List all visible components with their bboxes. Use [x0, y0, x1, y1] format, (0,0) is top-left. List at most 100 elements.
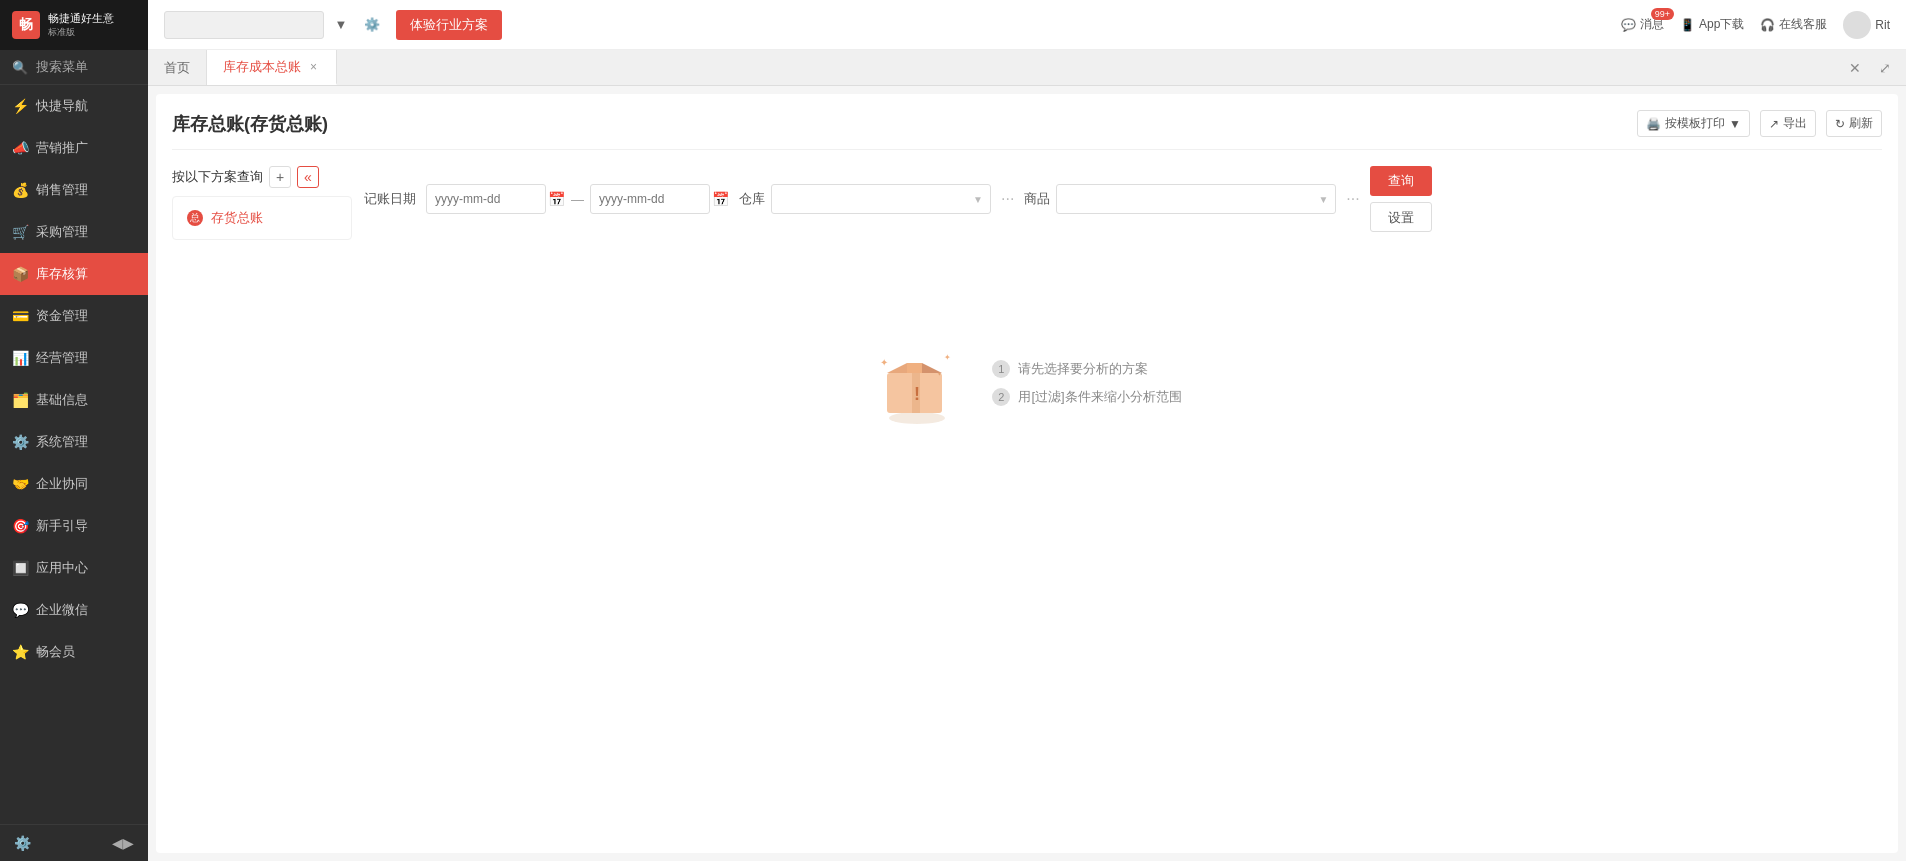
calendar-end-icon[interactable]: 📅: [712, 191, 729, 207]
topbar-settings-btn[interactable]: ⚙️: [358, 11, 386, 39]
messages-btn[interactable]: 💬 消息 99+: [1621, 16, 1664, 33]
warehouse-select-wrap: ▼: [771, 184, 991, 214]
message-icon: 💬: [1621, 18, 1636, 32]
basic-icon: 🗂️: [12, 392, 28, 408]
goods-select[interactable]: [1056, 184, 1336, 214]
topbar: ▼ ⚙️ 体验行业方案 💬 消息 99+ 📱 App下载 🎧 在线客服 Rit: [148, 0, 1906, 50]
empty-tip-1: 1 请先选择要分析的方案: [992, 360, 1181, 378]
filter-section: 按以下方案查询 + « 总 存货总账 记账日期: [172, 166, 1882, 242]
page-header: 库存总账(存货总账) 🖨️ 按模板打印 ▼ ↗ 导出 ↻ 刷新: [172, 110, 1882, 150]
date-separator: —: [571, 192, 584, 207]
sidebar-item-operation[interactable]: 📊 经营管理: [0, 337, 148, 379]
sidebar-search[interactable]: 🔍 搜索菜单: [0, 50, 148, 85]
svg-text:!: !: [914, 384, 920, 404]
page-inner: 库存总账(存货总账) 🖨️ 按模板打印 ▼ ↗ 导出 ↻ 刷新: [156, 94, 1898, 853]
sidebar-item-marketing[interactable]: 📣 营销推广: [0, 127, 148, 169]
add-scheme-btn[interactable]: +: [269, 166, 291, 188]
empty-state: ! ✦ ✦ ✦ 1 请先选择要分析的方案 2 用[过滤]条件来缩小: [172, 258, 1882, 508]
user-profile[interactable]: Rit: [1843, 11, 1890, 39]
filter-header-label: 按以下方案查询: [172, 168, 263, 186]
sidebar-item-purchase[interactable]: 🛒 采购管理: [0, 211, 148, 253]
export-button[interactable]: ↗ 导出: [1760, 110, 1816, 137]
sidebar-item-guide[interactable]: 🎯 新手引导: [0, 505, 148, 547]
collapse-scheme-btn[interactable]: «: [297, 166, 319, 188]
topbar-left: ▼ ⚙️: [164, 11, 386, 39]
sidebar-item-system[interactable]: ⚙️ 系统管理: [0, 421, 148, 463]
collapse-icon[interactable]: ◀▶: [112, 835, 134, 851]
date-start-input[interactable]: [426, 184, 546, 214]
page-content: 库存总账(存货总账) 🖨️ 按模板打印 ▼ ↗ 导出 ↻ 刷新: [148, 86, 1906, 861]
scheme-item-inventory[interactable]: 总 存货总账: [173, 201, 351, 235]
logo-text: 畅捷通好生意 标准版: [48, 11, 114, 39]
quick-nav-icon: ⚡: [12, 98, 28, 114]
scheme-list: 总 存货总账: [172, 196, 352, 240]
search-panel: 记账日期 📅 — 📅 仓库: [364, 166, 1882, 242]
sidebar-item-membership[interactable]: ⭐ 畅会员: [0, 631, 148, 673]
warehouse-label: 仓库: [739, 190, 765, 208]
print-button[interactable]: 🖨️ 按模板打印 ▼: [1637, 110, 1750, 137]
svg-text:✦: ✦: [937, 371, 942, 377]
date-end-input[interactable]: [590, 184, 710, 214]
search-icon: 🔍: [12, 60, 28, 75]
online-support-btn[interactable]: 🎧 在线客服: [1760, 16, 1827, 33]
goods-group: 商品 ▼ ···: [1024, 184, 1359, 214]
marketing-icon: 📣: [12, 140, 28, 156]
empty-illustration: ! ✦ ✦ ✦ 1 请先选择要分析的方案 2 用[过滤]条件来缩小: [872, 338, 1181, 428]
cooperation-icon: 🤝: [12, 476, 28, 492]
sidebar-item-finance[interactable]: 💳 资金管理: [0, 295, 148, 337]
svg-marker-4: [907, 363, 922, 373]
topbar-right: 💬 消息 99+ 📱 App下载 🎧 在线客服 Rit: [1621, 11, 1890, 39]
settings-button[interactable]: 设置: [1370, 202, 1432, 232]
warehouse-group: 仓库 ▼ ···: [739, 184, 1014, 214]
sidebar-item-basic[interactable]: 🗂️ 基础信息: [0, 379, 148, 421]
operation-icon: 📊: [12, 350, 28, 366]
goods-more-btn[interactable]: ···: [1346, 190, 1359, 208]
tab-close-right-btn[interactable]: ✕: [1842, 55, 1868, 81]
empty-box-illustration: ! ✦ ✦ ✦: [872, 338, 962, 428]
industry-solution-button[interactable]: 体验行业方案: [396, 10, 502, 40]
tip-num-1: 1: [992, 360, 1010, 378]
sidebar-item-app-center[interactable]: 🔲 应用中心: [0, 547, 148, 589]
topbar-dropdown-btn[interactable]: ▼: [330, 14, 352, 36]
printer-icon: 🖨️: [1646, 117, 1661, 131]
query-button[interactable]: 查询: [1370, 166, 1432, 196]
sidebar-footer: ⚙️ ◀▶: [0, 824, 148, 861]
guide-icon: 🎯: [12, 518, 28, 534]
warehouse-select[interactable]: [771, 184, 991, 214]
main-area: ▼ ⚙️ 体验行业方案 💬 消息 99+ 📱 App下载 🎧 在线客服 Rit: [148, 0, 1906, 861]
settings-footer-icon[interactable]: ⚙️: [14, 835, 31, 851]
app-logo: 畅 畅捷通好生意 标准版: [0, 0, 148, 50]
scheme-panel: 按以下方案查询 + « 总 存货总账: [172, 166, 352, 240]
tab-close-btn[interactable]: ×: [307, 59, 320, 75]
filter-row-1: 记账日期 📅 — 📅 仓库: [364, 166, 1882, 232]
tab-home[interactable]: 首页: [148, 50, 207, 85]
sidebar: 畅 畅捷通好生意 标准版 🔍 搜索菜单 ⚡ 快捷导航 📣 营销推广 💰 销售管理…: [0, 0, 148, 861]
app-center-icon: 🔲: [12, 560, 28, 576]
goods-label: 商品: [1024, 190, 1050, 208]
tip-num-2: 2: [992, 388, 1010, 406]
sidebar-item-quick-nav[interactable]: ⚡ 快捷导航: [0, 85, 148, 127]
svg-text:✦: ✦: [880, 357, 888, 368]
purchase-icon: 🛒: [12, 224, 28, 240]
sales-icon: 💰: [12, 182, 28, 198]
empty-tips: 1 请先选择要分析的方案 2 用[过滤]条件来缩小分析范围: [992, 360, 1181, 406]
svg-marker-2: [887, 363, 907, 373]
tab-expand-btn[interactable]: ⤢: [1872, 55, 1898, 81]
sidebar-nav: ⚡ 快捷导航 📣 营销推广 💰 销售管理 🛒 采购管理 📦 库存核算 💳 资金管…: [0, 85, 148, 824]
app-download-btn[interactable]: 📱 App下载: [1680, 16, 1744, 33]
warehouse-more-btn[interactable]: ···: [1001, 190, 1014, 208]
calendar-start-icon[interactable]: 📅: [548, 191, 565, 207]
filter-header: 按以下方案查询 + «: [172, 166, 352, 188]
topbar-search-input[interactable]: [164, 11, 324, 39]
goods-select-wrap: ▼: [1056, 184, 1336, 214]
phone-icon: 📱: [1680, 18, 1695, 32]
refresh-button[interactable]: ↻ 刷新: [1826, 110, 1882, 137]
sidebar-item-inventory[interactable]: 📦 库存核算: [0, 253, 148, 295]
scheme-icon: 总: [187, 210, 203, 226]
sidebar-item-cooperation[interactable]: 🤝 企业协同: [0, 463, 148, 505]
sidebar-item-enterprise-wechat[interactable]: 💬 企业微信: [0, 589, 148, 631]
print-dropdown-icon: ▼: [1729, 117, 1741, 131]
sidebar-item-sales[interactable]: 💰 销售管理: [0, 169, 148, 211]
membership-icon: ⭐: [12, 644, 28, 660]
tab-inventory-ledger[interactable]: 库存成本总账 ×: [207, 50, 337, 85]
